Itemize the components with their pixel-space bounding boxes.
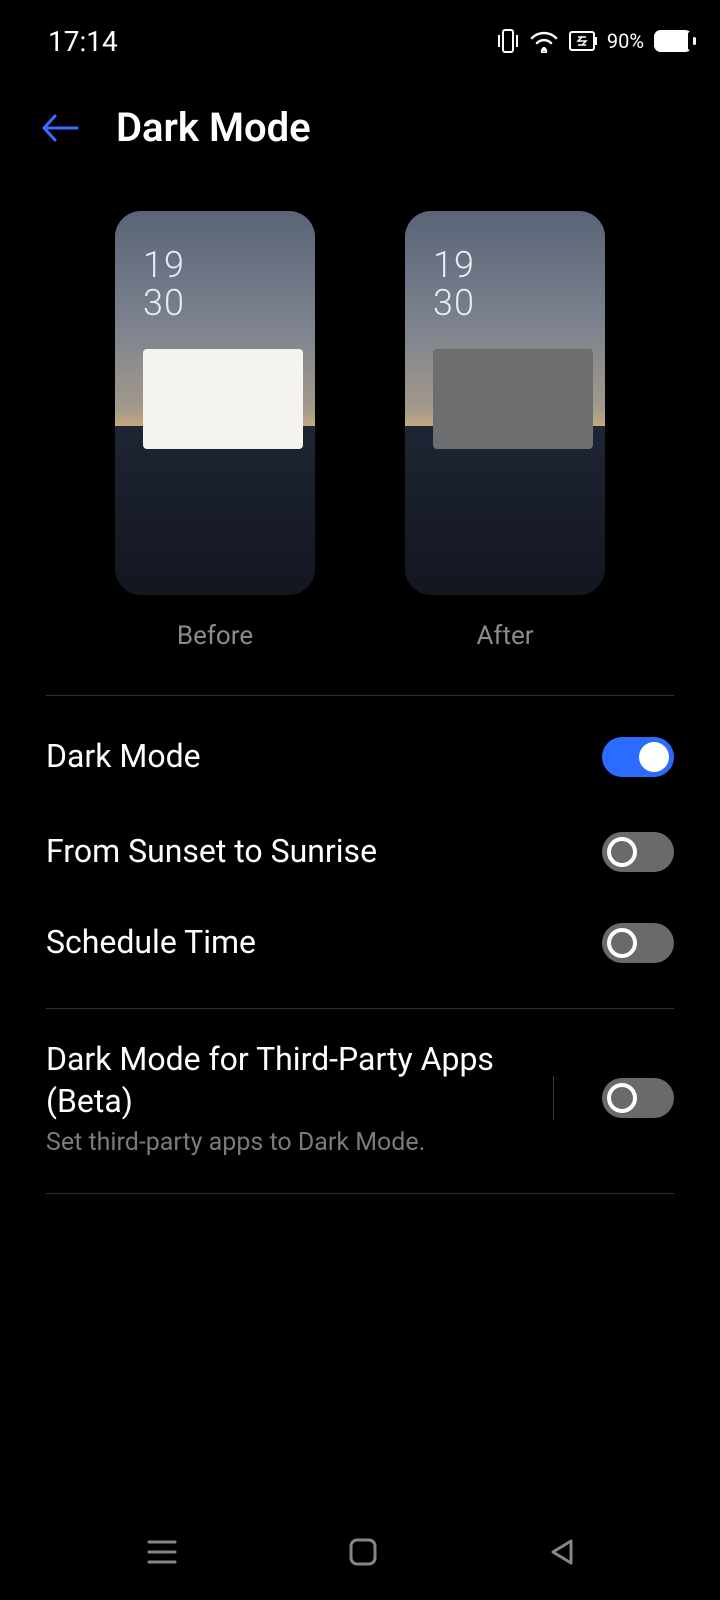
mock-time: 19 30 (433, 247, 475, 323)
row-label: Dark Mode for Third-Party Apps (Beta) (46, 1039, 517, 1122)
mock-time-line1: 19 (433, 247, 475, 285)
row-third-party: Dark Mode for Third-Party Apps (Beta) Se… (46, 1009, 674, 1193)
arrow-left-icon (41, 113, 79, 143)
mock-time-line2: 30 (143, 285, 185, 323)
row-schedule-time: Schedule Time (46, 904, 674, 1008)
triangle-left-icon (547, 1537, 575, 1567)
nav-home-button[interactable] (348, 1537, 378, 1571)
mock-time-line1: 19 (143, 247, 185, 285)
wifi-icon (529, 29, 559, 53)
status-right: 90% (497, 28, 696, 54)
row-sunset-sunrise: From Sunset to Sunrise (46, 800, 674, 904)
status-time: 17:14 (48, 25, 118, 58)
row-label: Schedule Time (46, 922, 256, 964)
mock-card-dark (433, 349, 593, 449)
phone-mock-before: 19 30 (115, 211, 315, 595)
navigation-bar (0, 1508, 720, 1600)
mock-time: 19 30 (143, 247, 185, 323)
page-title: Dark Mode (116, 104, 311, 151)
mock-time-line2: 30 (433, 285, 475, 323)
preview-before-label: Before (177, 621, 253, 651)
schedule-time-toggle[interactable] (602, 923, 674, 963)
menu-icon (145, 1538, 179, 1566)
battery-saver-icon (569, 31, 597, 51)
battery-percent: 90% (607, 29, 644, 53)
page-header: Dark Mode (0, 64, 720, 171)
dark-mode-toggle[interactable] (602, 737, 674, 777)
battery-icon (654, 30, 696, 52)
row-label: Dark Mode (46, 736, 201, 778)
preview-after-label: After (476, 621, 533, 651)
row-left: Dark Mode for Third-Party Apps (Beta) Se… (46, 1039, 517, 1157)
square-icon (348, 1537, 378, 1567)
settings-list: Dark Mode From Sunset to Sunrise Schedul… (0, 696, 720, 1008)
sunset-sunrise-toggle[interactable] (602, 832, 674, 872)
row-sublabel: Set third-party apps to Dark Mode. (46, 1128, 517, 1157)
preview-before: 19 30 Before (115, 211, 315, 651)
row-label: From Sunset to Sunrise (46, 831, 377, 873)
phone-mock-after: 19 30 (405, 211, 605, 595)
mock-card-light (143, 349, 303, 449)
preview-row: 19 30 Before 19 30 After (0, 171, 720, 659)
preview-after: 19 30 After (405, 211, 605, 651)
row-dark-mode: Dark Mode (46, 696, 674, 800)
status-bar: 17:14 90% (0, 0, 720, 64)
nav-recent-button[interactable] (145, 1538, 179, 1570)
third-party-toggle[interactable] (602, 1078, 674, 1118)
nav-back-button[interactable] (547, 1537, 575, 1571)
vertical-separator (553, 1076, 554, 1120)
back-button[interactable] (40, 108, 80, 148)
settings-list-2: Dark Mode for Third-Party Apps (Beta) Se… (0, 1009, 720, 1193)
vibrate-icon (497, 28, 519, 54)
divider (46, 1193, 674, 1194)
